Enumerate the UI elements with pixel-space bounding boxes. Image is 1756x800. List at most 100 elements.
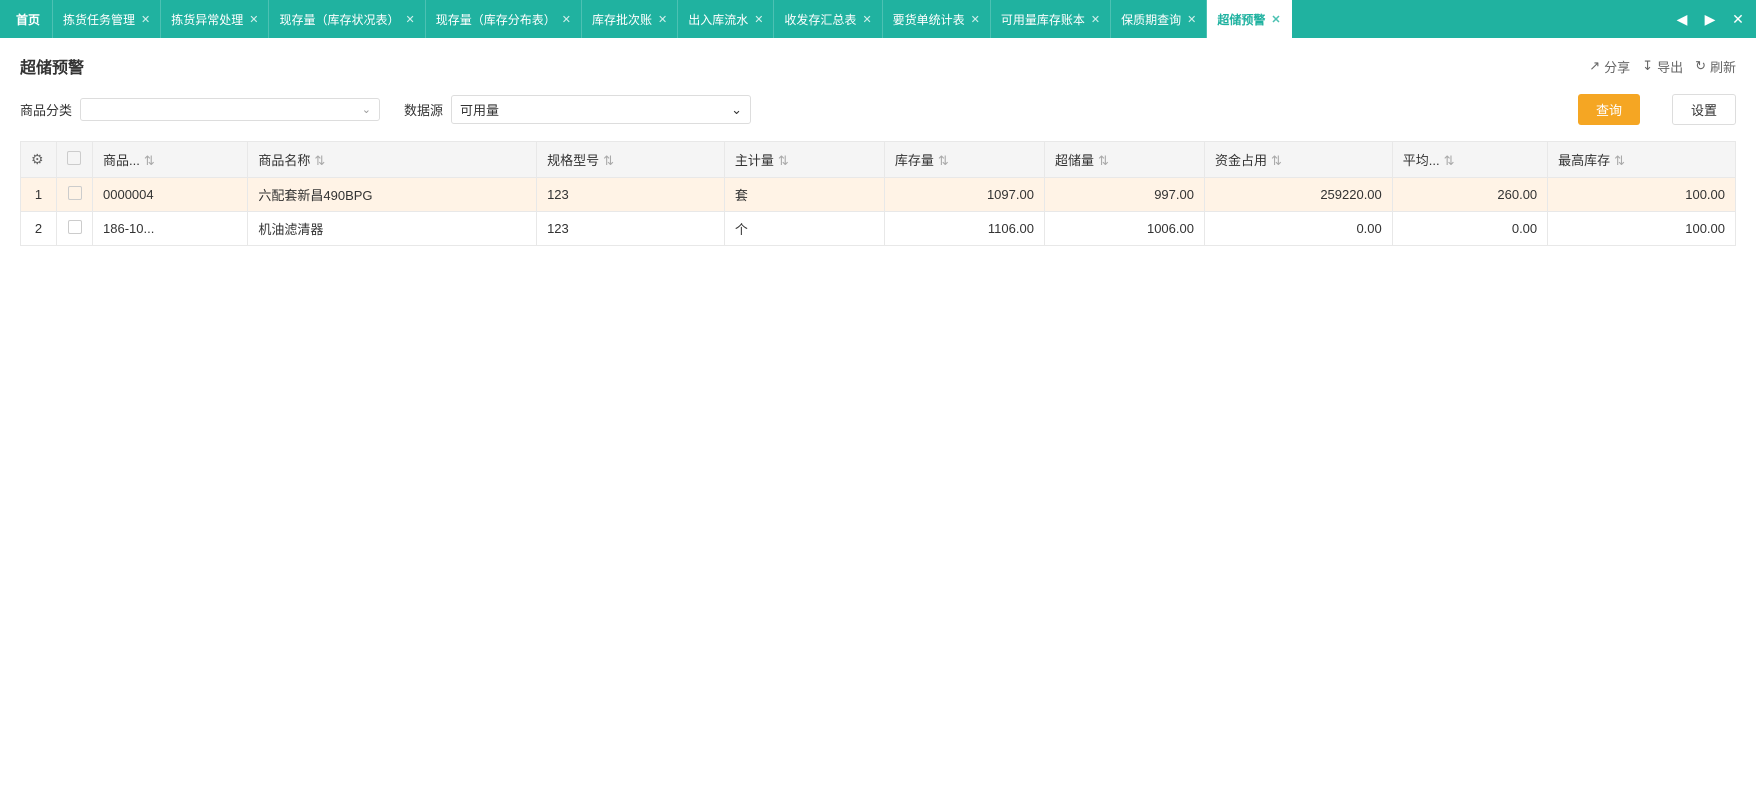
row-index-1: 2 <box>21 212 57 246</box>
nav-tab-close-5[interactable]: ✕ <box>754 13 763 26</box>
nav-tab-close-2[interactable]: ✕ <box>406 13 415 26</box>
refresh-icon: ↻ <box>1695 58 1706 74</box>
sort-icon-code: ⇅ <box>144 153 155 168</box>
nav-tab-label-3: 现存量（库存分布表） <box>436 11 556 28</box>
sort-icon-name: ⇅ <box>314 153 325 168</box>
nav-tab-3[interactable]: 现存量（库存分布表） ✕ <box>426 0 582 38</box>
nav-tab-close-9[interactable]: ✕ <box>1187 13 1196 26</box>
cell-capital-1: 0.00 <box>1204 212 1392 246</box>
gear-icon[interactable]: ⚙ <box>31 151 44 167</box>
cell-unit-0: 套 <box>724 178 884 212</box>
refresh-button[interactable]: ↻ 刷新 <box>1695 57 1736 76</box>
nav-tab-label-10: 超储预警 <box>1217 11 1265 28</box>
nav-tab-2[interactable]: 现存量（库存状况表）✕ <box>269 0 425 38</box>
nav-tab-label-0: 拣货任务管理 <box>63 11 135 28</box>
export-label: 导出 <box>1657 57 1683 76</box>
query-button[interactable]: 查询 <box>1578 94 1640 125</box>
category-chevron-icon: ⌄ <box>362 103 371 116</box>
sort-icon-over: ⇅ <box>1098 153 1109 168</box>
cell-stock-1: 1106.00 <box>884 212 1044 246</box>
nav-tab-10[interactable]: 超储预警 ✕ <box>1207 0 1291 38</box>
row-cb-0[interactable] <box>68 186 82 200</box>
select-all-checkbox[interactable] <box>67 151 81 165</box>
nav-close-arrow[interactable]: ✕ <box>1724 0 1752 38</box>
share-icon: ↗ <box>1589 58 1600 74</box>
nav-tab-label-1: 拣货异常处理 <box>171 11 243 28</box>
sort-icon-spec: ⇅ <box>603 153 614 168</box>
cell-name-0: 六配套新昌490BPG <box>248 178 537 212</box>
col-header-maxstock[interactable]: 最高库存⇅ <box>1548 142 1736 178</box>
row-index-0: 1 <box>21 178 57 212</box>
cell-capital-0: 259220.00 <box>1204 178 1392 212</box>
nav-home-label: 首页 <box>16 11 40 28</box>
col-header-cb <box>57 142 93 178</box>
col-header-spec[interactable]: 规格型号⇅ <box>537 142 725 178</box>
cell-avg-1: 0.00 <box>1392 212 1547 246</box>
settings-button[interactable]: 设置 <box>1672 94 1736 125</box>
refresh-label: 刷新 <box>1710 57 1736 76</box>
cell-code-0: 0000004 <box>93 178 248 212</box>
filter-row: 商品分类 ⌄ 数据源 可用量 ⌄ 查询 设置 <box>20 94 1736 125</box>
sort-icon-maxstock: ⇅ <box>1614 153 1625 168</box>
datasource-value: 可用量 <box>460 100 499 119</box>
nav-tab-close-4[interactable]: ✕ <box>658 13 667 26</box>
share-button[interactable]: ↗ 分享 <box>1589 57 1630 76</box>
export-icon: ↧ <box>1642 58 1653 74</box>
cell-over-1: 1006.00 <box>1044 212 1204 246</box>
cell-avg-0: 260.00 <box>1392 178 1547 212</box>
nav-tab-close-8[interactable]: ✕ <box>1091 13 1100 26</box>
row-checkbox-1[interactable] <box>57 212 93 246</box>
nav-tab-7[interactable]: 要货单统计表✕ <box>883 0 991 38</box>
col-header-over[interactable]: 超储量⇅ <box>1044 142 1204 178</box>
nav-tab-8[interactable]: 可用量库存账本 ✕ <box>991 0 1111 38</box>
nav-tab-5[interactable]: 出入库流水 ✕ <box>678 0 774 38</box>
datasource-select[interactable]: 可用量 ⌄ <box>451 95 751 124</box>
nav-bar: 首页 拣货任务管理✕拣货异常处理✕现存量（库存状况表）✕现存量（库存分布表）✕库… <box>0 0 1756 38</box>
nav-prev-arrow[interactable]: ◀ <box>1668 0 1696 38</box>
col-header-capital[interactable]: 资金占用⇅ <box>1204 142 1392 178</box>
cell-maxstock-0: 100.00 <box>1548 178 1736 212</box>
nav-tab-close-10[interactable]: ✕ <box>1271 13 1280 26</box>
nav-tab-close-7[interactable]: ✕ <box>971 13 980 26</box>
cell-spec-1: 123 <box>537 212 725 246</box>
datasource-label: 数据源 <box>404 100 443 119</box>
row-checkbox-0[interactable] <box>57 178 93 212</box>
nav-tab-0[interactable]: 拣货任务管理 ✕ <box>53 0 161 38</box>
cell-over-0: 997.00 <box>1044 178 1204 212</box>
cell-name-1: 机油滤清器 <box>248 212 537 246</box>
category-label: 商品分类 <box>20 100 72 119</box>
nav-tab-close-3[interactable]: ✕ <box>562 13 571 26</box>
nav-home[interactable]: 首页 <box>4 0 53 38</box>
col-header-unit[interactable]: 主计量⇅ <box>724 142 884 178</box>
nav-tab-close-0[interactable]: ✕ <box>141 13 150 26</box>
sort-icon-avg: ⇅ <box>1444 153 1455 168</box>
nav-tab-4[interactable]: 库存批次账 ✕ <box>582 0 678 38</box>
sort-icon-capital: ⇅ <box>1271 153 1282 168</box>
cell-maxstock-1: 100.00 <box>1548 212 1736 246</box>
cell-code-1: 186-10... <box>93 212 248 246</box>
page-header: 超储预警 ↗ 分享 ↧ 导出 ↻ 刷新 <box>20 54 1736 78</box>
datasource-chevron-icon: ⌄ <box>731 102 742 118</box>
nav-tab-close-6[interactable]: ✕ <box>862 13 871 26</box>
nav-next-arrow[interactable]: ▶ <box>1696 0 1724 38</box>
table-row: 2186-10...机油滤清器123个1106.001006.000.000.0… <box>21 212 1736 246</box>
cell-stock-0: 1097.00 <box>884 178 1044 212</box>
nav-tab-1[interactable]: 拣货异常处理 ✕ <box>161 0 269 38</box>
col-header-stock[interactable]: 库存量⇅ <box>884 142 1044 178</box>
row-cb-1[interactable] <box>68 220 82 234</box>
sort-icon-stock: ⇅ <box>938 153 949 168</box>
cell-spec-0: 123 <box>537 178 725 212</box>
col-header-avg[interactable]: 平均...⇅ <box>1392 142 1547 178</box>
nav-tab-label-8: 可用量库存账本 <box>1001 11 1085 28</box>
nav-tab-label-4: 库存批次账 <box>592 11 652 28</box>
category-select[interactable]: ⌄ <box>80 98 380 121</box>
table-row: 1 0000004六配套新昌490BPG123套1097.00997.002592… <box>21 178 1736 212</box>
nav-tab-6[interactable]: 收发存汇总表 ✕ <box>774 0 882 38</box>
nav-tab-label-5: 出入库流水 <box>688 11 748 28</box>
export-button[interactable]: ↧ 导出 <box>1642 57 1683 76</box>
nav-tab-close-1[interactable]: ✕ <box>249 13 258 26</box>
nav-tab-label-6: 收发存汇总表 <box>784 11 856 28</box>
col-header-code[interactable]: 商品...⇅ <box>93 142 248 178</box>
col-header-name[interactable]: 商品名称⇅ <box>248 142 537 178</box>
nav-tab-9[interactable]: 保质期查询✕ <box>1111 0 1207 38</box>
